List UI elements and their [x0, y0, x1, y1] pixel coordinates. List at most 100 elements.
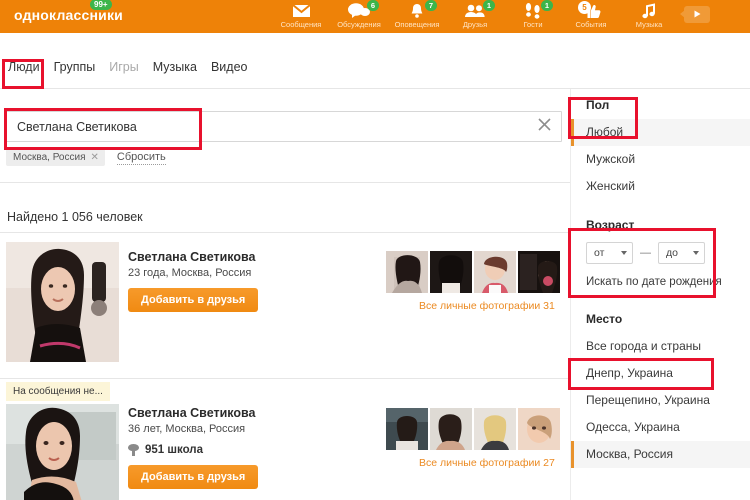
chevron-down-icon [693, 251, 699, 255]
result-card: Светлана Светикова 23 года, Москва, Росс… [0, 242, 570, 372]
photo-thumbnail[interactable] [386, 251, 428, 293]
filter-chip-location[interactable]: Москва, Россия ✕ [6, 149, 105, 166]
close-icon[interactable]: ✕ [91, 152, 99, 163]
nav-label: Друзья [463, 20, 487, 29]
photo-thumbnail[interactable] [474, 408, 516, 450]
footprints-icon [524, 2, 542, 19]
all-photos-link[interactable]: Все личные фотографии 31 [419, 300, 555, 312]
spacer [571, 294, 750, 303]
card-divider [0, 378, 570, 379]
tab-video[interactable]: Видео [211, 60, 248, 74]
top-navigation-bar: одноклассники 99+ Сообщения Обсуждения 6 [0, 0, 750, 33]
filter-title-age: Возраст [571, 209, 750, 239]
nav-item-guests[interactable]: Гости 1 [504, 0, 562, 33]
video-button[interactable] [684, 6, 710, 23]
search-clear-button[interactable] [527, 112, 561, 141]
gender-option-male[interactable]: Мужской [571, 146, 750, 173]
gender-option-any[interactable]: Любой [571, 119, 750, 146]
photo-thumbnail[interactable] [474, 251, 516, 293]
photo-thumbnail[interactable] [518, 408, 560, 450]
search-area: Москва, Россия ✕ Сбросить [0, 89, 570, 182]
play-icon [692, 6, 702, 24]
tab-people[interactable]: Люди [8, 60, 40, 74]
logo-container[interactable]: одноклассники 99+ [0, 0, 123, 23]
photo-thumbnails [386, 251, 560, 293]
search-input[interactable] [7, 112, 527, 141]
nav-label: Гости [523, 20, 542, 29]
place-option-odessa[interactable]: Одесса, Украина [571, 414, 750, 441]
nav-badge-discussions: 6 [367, 0, 379, 11]
age-range-row: от — до [571, 239, 750, 270]
tabs-bar [0, 33, 750, 60]
all-photos-link[interactable]: Все личные фотографии 27 [419, 457, 555, 469]
status-tooltip: На сообщения не... [6, 382, 110, 401]
photo-thumbnail[interactable] [518, 251, 560, 293]
tab-groups[interactable]: Группы [54, 60, 96, 74]
nav-item-friends[interactable]: Друзья 1 [446, 0, 504, 33]
add-friend-button[interactable]: Добавить в друзья [128, 288, 258, 312]
nav-icon-group: Сообщения Обсуждения 6 Оповещения 7 [272, 0, 710, 33]
profile-name[interactable]: Светлана Светикова [128, 406, 256, 420]
active-filters-row: Москва, Россия ✕ Сбросить [6, 149, 166, 166]
place-option-moscow[interactable]: Москва, Россия [571, 441, 750, 468]
bell-icon [409, 2, 425, 19]
nav-item-events[interactable]: События 5 [562, 0, 620, 33]
photo-thumbnails [386, 408, 560, 450]
search-by-birthdate-link[interactable]: Искать по дате рождения [571, 270, 750, 294]
avatar[interactable] [6, 242, 119, 362]
nav-item-discussions[interactable]: Обсуждения 6 [330, 0, 388, 33]
nav-label: Обсуждения [337, 20, 381, 29]
nav-item-messages[interactable]: Сообщения [272, 0, 330, 33]
nav-label: Оповещения [395, 20, 440, 29]
age-from-label: от [594, 247, 604, 259]
place-option-pereshchepino[interactable]: Перещепино, Украина [571, 387, 750, 414]
nav-label: Сообщения [281, 20, 322, 29]
filters-sidebar: Пол Любой Мужской Женский Возраст от — д… [570, 89, 750, 500]
filter-chip-label: Москва, Россия [13, 152, 86, 163]
age-from-select[interactable]: от [586, 242, 633, 264]
section-tabs: Люди Группы Игры Музыка Видео [8, 60, 247, 74]
photo-thumbnail[interactable] [430, 408, 472, 450]
close-icon [538, 118, 551, 136]
tab-games[interactable]: Игры [109, 60, 138, 74]
school-label: 951 школа [145, 444, 203, 456]
search-divider [0, 182, 570, 183]
nav-label: Музыка [636, 20, 663, 29]
nav-badge-events: 5 [578, 1, 591, 14]
music-note-icon [641, 2, 657, 19]
reset-filters-link[interactable]: Сбросить [117, 151, 166, 165]
nav-item-notifications[interactable]: Оповещения 7 [388, 0, 446, 33]
page-root: одноклассники 99+ Сообщения Обсуждения 6 [0, 0, 750, 500]
avatar[interactable] [6, 404, 119, 500]
school-info: 951 школа [128, 444, 203, 456]
add-friend-button[interactable]: Добавить в друзья [128, 465, 258, 489]
spacer [571, 200, 750, 209]
filter-title-place: Место [571, 303, 750, 333]
tab-music[interactable]: Музыка [153, 60, 197, 74]
age-to-select[interactable]: до [658, 242, 705, 264]
profile-meta: 36 лет, Москва, Россия [128, 423, 245, 435]
nav-item-music[interactable]: Музыка [620, 0, 678, 33]
nav-badge-notifications: 7 [425, 0, 437, 11]
photo-thumbnail[interactable] [430, 251, 472, 293]
place-option-all[interactable]: Все города и страны [571, 333, 750, 360]
nav-label: События [576, 20, 607, 29]
graduation-cap-icon [128, 444, 139, 456]
envelope-icon [292, 2, 311, 19]
logo-notification-badge: 99+ [90, 0, 112, 10]
filter-title-gender: Пол [571, 89, 750, 119]
gender-option-female[interactable]: Женский [571, 173, 750, 200]
results-count: Найдено 1 056 человек [7, 210, 143, 224]
age-to-label: до [666, 247, 678, 259]
chevron-down-icon [621, 251, 627, 255]
photo-thumbnail[interactable] [386, 408, 428, 450]
profile-name[interactable]: Светлана Светикова [128, 250, 256, 264]
result-card: На сообщения не... Светлана Светикова 36… [0, 382, 570, 500]
nav-badge-friends: 1 [483, 0, 495, 11]
profile-meta: 23 года, Москва, Россия [128, 267, 251, 279]
search-box[interactable] [6, 111, 562, 142]
place-option-dnepr[interactable]: Днепр, Украина [571, 360, 750, 387]
results-divider [0, 232, 570, 233]
age-range-dash: — [640, 247, 651, 259]
nav-badge-guests: 1 [541, 0, 553, 11]
